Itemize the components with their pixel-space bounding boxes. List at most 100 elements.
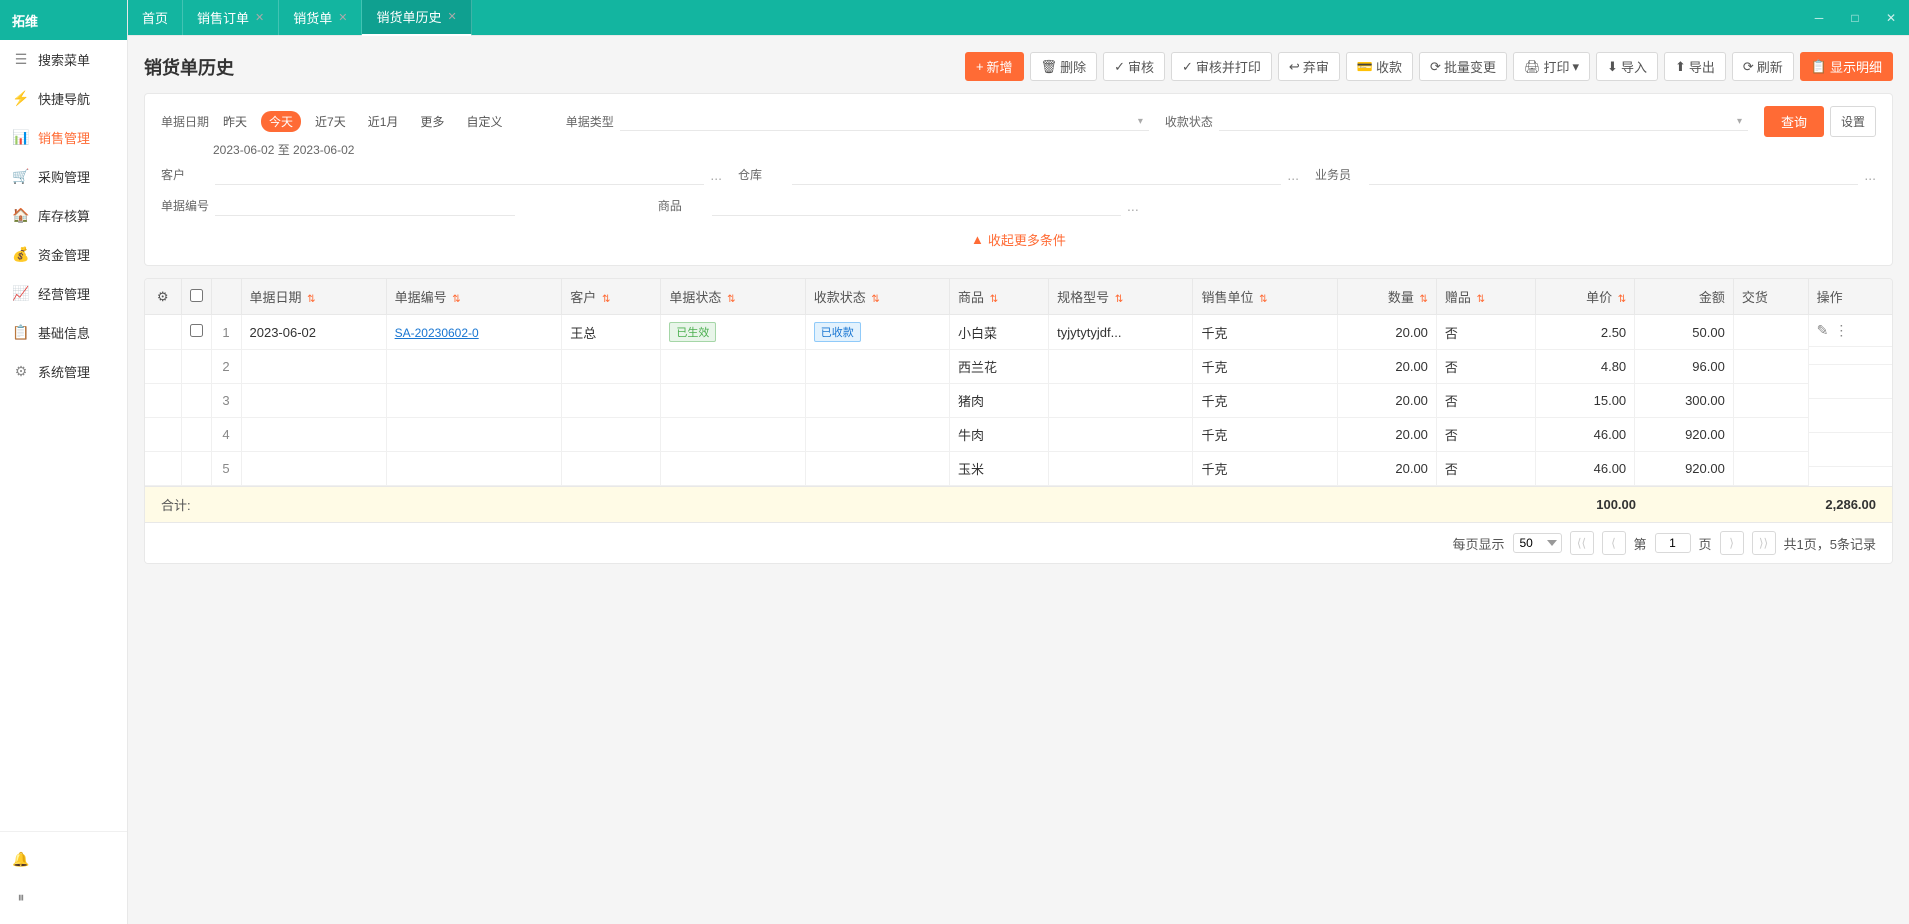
cell-checkbox[interactable]	[181, 350, 211, 384]
cell-collect-status	[805, 452, 949, 486]
date-btn-yesterday[interactable]: 昨天	[215, 111, 255, 132]
page-input[interactable]	[1655, 533, 1691, 553]
table-row: 2 西兰花 千克 20.00 否 4.80 96.00	[145, 350, 1892, 384]
col-date[interactable]: 单据日期 ⇅	[241, 279, 386, 315]
first-page-btn[interactable]: ⟨⟨	[1570, 531, 1594, 555]
customer-dots[interactable]: ...	[710, 167, 722, 183]
collect-icon: 💳	[1357, 59, 1373, 75]
sidebar-item-search-menu[interactable]: ☰ 搜索菜单	[0, 40, 127, 79]
window-minimize[interactable]: ─	[1801, 0, 1837, 36]
sidebar-item-system[interactable]: ⚙ 系统管理	[0, 352, 127, 391]
sidebar-item-operations[interactable]: 📈 经营管理	[0, 274, 127, 313]
sidebar-item-basic-info[interactable]: 📋 基础信息	[0, 313, 127, 352]
edit-icon[interactable]: ✎	[1817, 322, 1829, 339]
salesperson-dots[interactable]: ...	[1864, 167, 1876, 183]
audit-print-button[interactable]: ✓ 审核并打印	[1171, 52, 1272, 81]
discard-button[interactable]: ↩ 弃审	[1278, 52, 1340, 81]
date-btn-more[interactable]: 更多	[412, 111, 452, 132]
col-settings[interactable]: ⚙	[145, 279, 181, 315]
audit-button[interactable]: ✓ 审核	[1103, 52, 1165, 81]
row-checkbox[interactable]	[190, 324, 203, 337]
cell-amount: 920.00	[1635, 452, 1734, 486]
tab-sales-order-close[interactable]: ✕	[255, 11, 264, 24]
window-close[interactable]: ✕	[1873, 0, 1909, 36]
collapse-button[interactable]: ▲ 收起更多条件	[161, 226, 1876, 253]
doc-no-link[interactable]: SA-20230602-0	[395, 326, 479, 340]
warehouse-dots[interactable]: ...	[1287, 167, 1299, 183]
window-maximize[interactable]: □	[1837, 0, 1873, 36]
doc-type-select[interactable]: ▾	[620, 113, 1149, 131]
query-button[interactable]: 查询	[1764, 106, 1824, 137]
col-doc-no[interactable]: 单据编号 ⇅	[386, 279, 562, 315]
cell-gift: 否	[1436, 384, 1535, 418]
date-filter-label: 单据日期	[161, 113, 209, 130]
data-table: ⚙ 单据日期 ⇅ 单据编号 ⇅	[145, 279, 1892, 486]
last-page-btn[interactable]: ⟩⟩	[1752, 531, 1776, 555]
date-btn-1month[interactable]: 近1月	[360, 111, 407, 132]
tab-sales-goods[interactable]: 销货单 ✕	[279, 0, 362, 36]
warehouse-input[interactable]	[792, 164, 1281, 185]
per-page-label: 每页显示	[1452, 534, 1504, 553]
import-button[interactable]: ⬇ 导入	[1596, 52, 1658, 81]
cell-gift: 否	[1436, 418, 1535, 452]
goods-dots[interactable]: ...	[1127, 198, 1139, 214]
prev-page-btn[interactable]: ⟨	[1602, 531, 1626, 555]
cell-doc-no	[386, 418, 562, 452]
salesperson-input[interactable]	[1369, 164, 1858, 185]
sidebar-item-label: 经营管理	[38, 284, 90, 303]
collect-button[interactable]: 💳 收款	[1346, 52, 1413, 81]
delete-button[interactable]: 🗑 删除	[1030, 52, 1098, 81]
cell-transaction	[1733, 384, 1808, 418]
cell-checkbox[interactable]	[181, 315, 211, 350]
sidebar-item-finance[interactable]: 💰 资金管理	[0, 235, 127, 274]
tab-sales-goods-close[interactable]: ✕	[338, 11, 347, 24]
customer-input[interactable]	[215, 164, 704, 185]
collect-status-select[interactable]: ▾	[1219, 113, 1748, 131]
sidebar-item-inventory[interactable]: 🏠 库存核算	[0, 196, 127, 235]
print-button[interactable]: 🖨 打印 ▾	[1513, 52, 1590, 81]
tab-sales-history-close[interactable]: ✕	[448, 10, 457, 23]
col-gift[interactable]: 赠品 ⇅	[1436, 279, 1535, 315]
add-button[interactable]: + 新增	[965, 52, 1024, 81]
doc-number-label: 单据编号	[161, 197, 209, 214]
export-button[interactable]: ⬆ 导出	[1664, 52, 1726, 81]
batch-change-button[interactable]: ⟳ 批量变更	[1419, 52, 1507, 81]
cell-checkbox[interactable]	[181, 384, 211, 418]
cell-settings	[145, 418, 181, 452]
cell-checkbox[interactable]	[181, 418, 211, 452]
settings-button[interactable]: 设置	[1830, 106, 1876, 137]
col-unit-price[interactable]: 单价 ⇅	[1536, 279, 1635, 315]
sidebar-item-purchase-mgmt[interactable]: 🛒 采购管理	[0, 157, 127, 196]
tab-sales-order[interactable]: 销售订单 ✕	[183, 0, 279, 36]
sidebar-item-label: 销售管理	[38, 128, 90, 147]
tab-sales-history[interactable]: 销货单历史 ✕	[362, 0, 471, 36]
col-goods[interactable]: 商品 ⇅	[950, 279, 1049, 315]
col-qty[interactable]: 数量 ⇅	[1337, 279, 1436, 315]
col-doc-status[interactable]: 单据状态 ⇅	[661, 279, 805, 315]
col-collect-status[interactable]: 收款状态 ⇅	[805, 279, 949, 315]
more-icon[interactable]: ⋮	[1834, 322, 1848, 339]
sidebar-item-quick-nav[interactable]: ⚡ 快捷导航	[0, 79, 127, 118]
date-btn-custom[interactable]: 自定义	[458, 111, 510, 132]
doc-number-input[interactable]	[215, 195, 515, 216]
col-spec[interactable]: 规格型号 ⇅	[1049, 279, 1193, 315]
next-page-btn[interactable]: ⟩	[1720, 531, 1744, 555]
per-page-select[interactable]: 50 100 200	[1513, 533, 1562, 553]
date-btn-today[interactable]: 今天	[261, 111, 301, 132]
col-customer[interactable]: 客户 ⇅	[562, 279, 661, 315]
col-unit[interactable]: 销售单位 ⇅	[1193, 279, 1337, 315]
footer-label: 合计:	[161, 495, 201, 514]
sidebar-notification[interactable]: 🔔	[0, 840, 127, 878]
cell-checkbox[interactable]	[181, 452, 211, 486]
goods-input[interactable]	[712, 195, 1121, 216]
date-btn-7days[interactable]: 近7天	[307, 111, 354, 132]
show-detail-button[interactable]: 📋 显示明细	[1800, 52, 1893, 81]
refresh-button[interactable]: ⟳ 刷新	[1732, 52, 1794, 81]
sidebar-pause[interactable]: ⏸	[0, 878, 127, 916]
col-amount[interactable]: 金额	[1635, 279, 1734, 315]
customer-label: 客户	[161, 166, 209, 183]
tab-home[interactable]: 首页	[128, 0, 183, 36]
sidebar-item-sales-mgmt[interactable]: 📊 销售管理	[0, 118, 127, 157]
doc-type-dropdown-icon: ▾	[1138, 116, 1143, 127]
select-all-checkbox[interactable]	[190, 289, 203, 302]
